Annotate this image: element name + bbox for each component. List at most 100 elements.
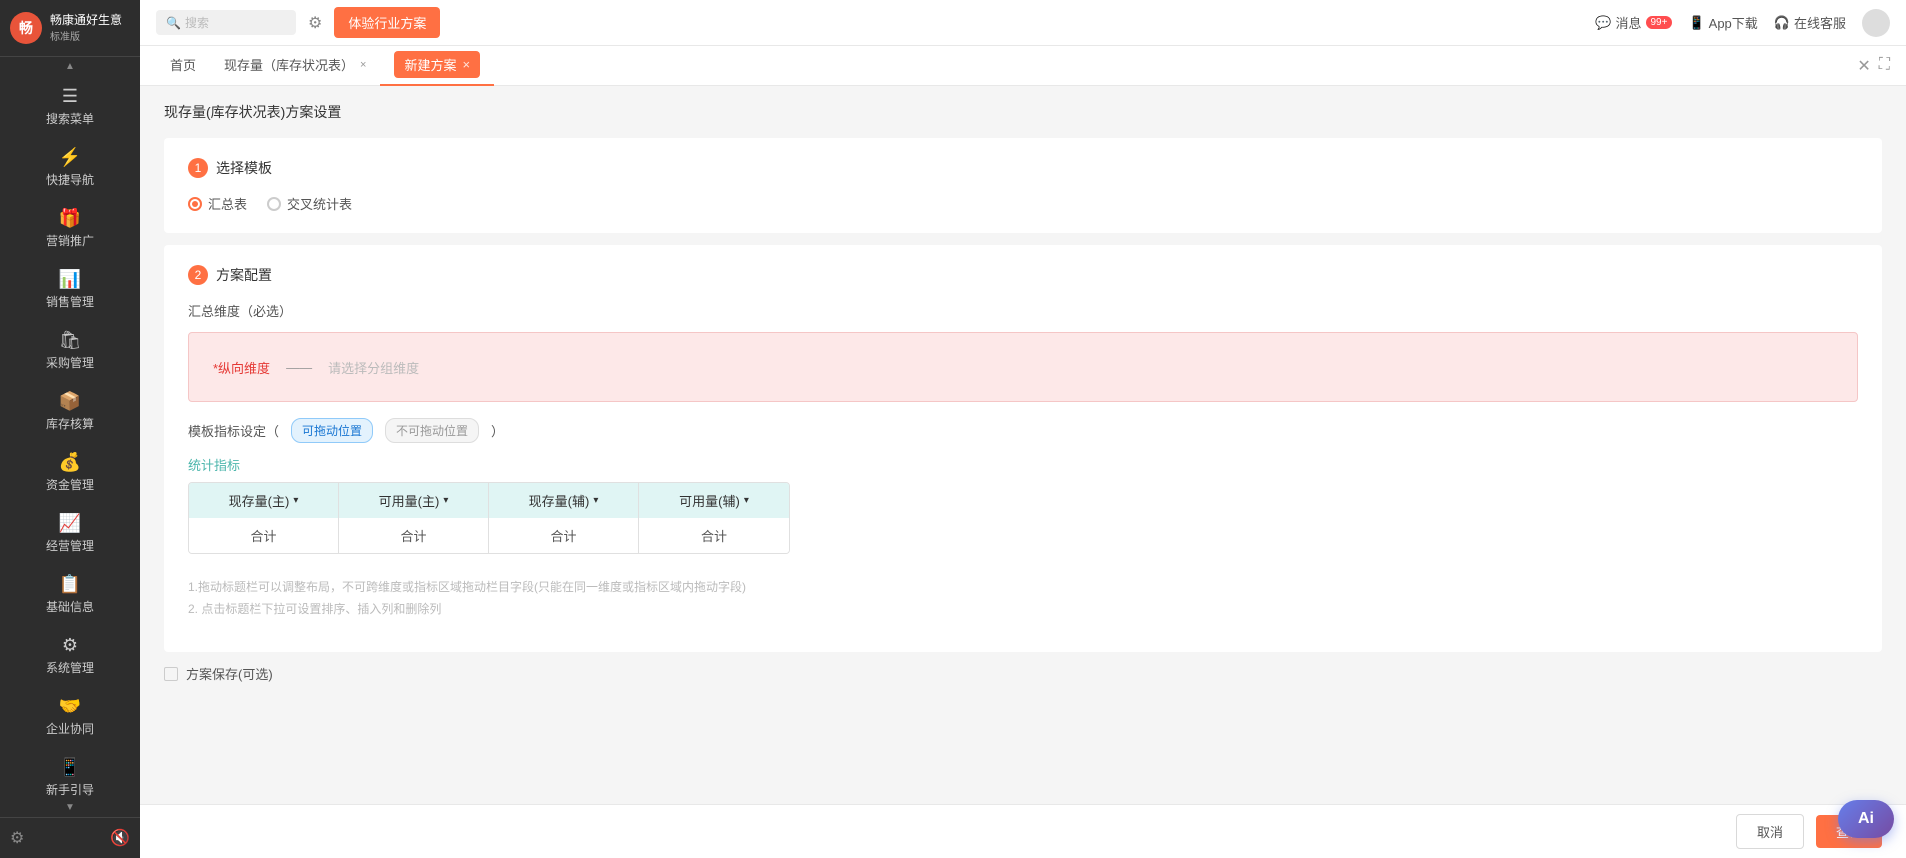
chevron-down-icon-3: ▾ — [744, 495, 749, 506]
message-badge: 99+ — [1646, 16, 1673, 29]
tab-home[interactable]: 首页 — [156, 46, 210, 86]
tab-inventory-label: 现存量（库存状况表） — [224, 55, 354, 74]
cancel-button[interactable]: 取消 — [1736, 814, 1804, 849]
user-avatar[interactable] — [1862, 9, 1890, 37]
sidebar-item-operation[interactable]: 📈 经营管理 — [0, 503, 140, 564]
stat-table: 现存量(主) ▾ 可用量(主) ▾ 现存量(辅) — [188, 482, 790, 554]
chevron-down-icon-0: ▾ — [293, 495, 298, 506]
topbar-search[interactable]: 🔍 搜索 — [156, 10, 296, 35]
enterprise-icon: 🤝 — [59, 696, 81, 717]
step2-title: 方案配置 — [216, 265, 272, 285]
step2-badge: 2 — [188, 265, 208, 285]
stat-body-cell-0: 合计 — [189, 518, 338, 553]
stat-col-3-label: 可用量(辅) — [679, 491, 740, 510]
save-label: 方案保存(可选) — [186, 664, 273, 683]
radio-cross-label: 交叉统计表 — [287, 194, 352, 213]
topbar: 🔍 搜索 ⚙ 体验行业方案 💬 消息 99+ 📱 App下载 🎧 在线客服 — [140, 0, 1906, 46]
sidebar-item-sys[interactable]: ⚙ 系统管理 — [0, 625, 140, 686]
sales-icon: 📊 — [59, 269, 81, 290]
new-plan-tab-badge: 新建方案 × — [394, 51, 480, 78]
sidebar-scroll-up[interactable]: ▲ — [0, 57, 140, 76]
stat-header-cell-2[interactable]: 现存量(辅) ▾ — [489, 483, 638, 518]
stat-col-0-label: 现存量(主) — [229, 491, 290, 510]
tips-item-0: 1.拖动标题栏可以调整布局，不可跨维度或指标区域拖动栏目字段(只能在同一维度或指… — [188, 577, 1858, 599]
sidebar-item-inventory[interactable]: 📦 库存核算 — [0, 381, 140, 442]
page-title: 现存量(库存状况表)方案设置 — [164, 102, 1882, 122]
stat-body-cell-2: 合计 — [489, 518, 638, 553]
sidebar-item-label: 新手引导 — [46, 781, 94, 798]
customer-label: 在线客服 — [1794, 13, 1846, 32]
chevron-down-icon-1: ▾ — [443, 495, 448, 506]
customer-service-item[interactable]: 🎧 在线客服 — [1774, 13, 1846, 32]
tabs-bar: 首页 现存量（库存状况表） × 新建方案 × ✕ ⛶ — [140, 46, 1906, 86]
sidebar-item-label: 企业协同 — [46, 720, 94, 737]
stat-col-0: 现存量(主) ▾ — [189, 483, 339, 518]
stat-col-1-label: 可用量(主) — [379, 491, 440, 510]
tag-draggable: 可拖动位置 — [291, 418, 373, 443]
sidebar: 畅 畅康通好生意 标准版 ▲ ☰ 搜索菜单 ⚡ 快捷导航 🎁 营销推广 📊 销售… — [0, 0, 140, 858]
stat-body-col-0: 合计 — [189, 518, 339, 553]
sidebar-scroll-down[interactable]: ▼ — [0, 798, 140, 817]
tab-home-label: 首页 — [170, 55, 196, 74]
radio-summary[interactable]: 汇总表 — [188, 194, 247, 213]
step2-header: 2 方案配置 — [188, 265, 1858, 285]
radio-summary-dot — [188, 197, 202, 211]
sidebar-item-quick-nav[interactable]: ⚡ 快捷导航 — [0, 137, 140, 198]
new-plan-close[interactable]: × — [462, 57, 470, 72]
chevron-down-icon-2: ▾ — [593, 495, 598, 506]
sidebar-item-finance[interactable]: 💰 资金管理 — [0, 442, 140, 503]
page-content: 现存量(库存状况表)方案设置 1 选择模板 汇总表 交叉统计表 2 — [140, 86, 1906, 804]
stat-table-body: 合计 合计 合计 合计 — [189, 518, 789, 553]
sidebar-item-base[interactable]: 📋 基础信息 — [0, 564, 140, 625]
step1-badge: 1 — [188, 158, 208, 178]
trial-btn[interactable]: 体验行业方案 — [334, 7, 440, 38]
settings-gear-icon[interactable]: ⚙ — [308, 13, 322, 33]
stat-body-col-3: 合计 — [639, 518, 789, 553]
tab-inventory-status[interactable]: 现存量（库存状况表） × — [210, 46, 380, 86]
stat-body-cell-1: 合计 — [339, 518, 488, 553]
save-option: 方案保存(可选) — [164, 664, 1882, 683]
dimension-row: *纵向维度 —— 请选择分组维度 — [213, 358, 419, 377]
message-item[interactable]: 💬 消息 99+ — [1595, 13, 1672, 32]
ai-button[interactable]: Ai — [1838, 800, 1894, 838]
stat-col-2-label: 现存量(辅) — [529, 491, 590, 510]
template-radio-group: 汇总表 交叉统计表 — [188, 194, 1858, 213]
audio-icon[interactable]: 🔇 — [110, 828, 130, 848]
sidebar-item-enterprise[interactable]: 🤝 企业协同 — [0, 686, 140, 747]
sidebar-item-search-menu[interactable]: ☰ 搜索菜单 — [0, 76, 140, 137]
stat-col-3: 可用量(辅) ▾ — [639, 483, 789, 518]
app-download-icon: 📱 — [1688, 15, 1704, 31]
stat-body-col-2: 合计 — [489, 518, 639, 553]
sidebar-item-label: 系统管理 — [46, 659, 94, 676]
stat-col-1: 可用量(主) ▾ — [339, 483, 489, 518]
settings-icon[interactable]: ⚙ — [10, 828, 24, 848]
quick-nav-icon: ⚡ — [59, 147, 81, 168]
tab-inventory-close[interactable]: × — [360, 59, 366, 71]
stat-header-cell-0[interactable]: 现存量(主) ▾ — [189, 483, 338, 518]
indicator-settings-end: ） — [491, 421, 504, 440]
radio-cross[interactable]: 交叉统计表 — [267, 194, 352, 213]
stat-section: 统计指标 现存量(主) ▾ 可用量(主) ▾ — [188, 455, 1858, 557]
stat-header-cell-3[interactable]: 可用量(辅) ▾ — [639, 483, 789, 518]
sidebar-item-marketing[interactable]: 🎁 营销推广 — [0, 198, 140, 259]
stat-body-cell-3: 合计 — [639, 518, 789, 553]
tab-new-plan[interactable]: 新建方案 × — [380, 46, 494, 86]
sidebar-item-sales[interactable]: 📊 销售管理 — [0, 259, 140, 320]
app-download-item[interactable]: 📱 App下载 — [1688, 13, 1757, 32]
dimension-area: *纵向维度 —— 请选择分组维度 — [188, 332, 1858, 402]
tips-item-1: 2. 点击标题栏下拉可设置排序、插入列和删除列 — [188, 599, 1858, 621]
stat-table-header: 现存量(主) ▾ 可用量(主) ▾ 现存量(辅) — [189, 483, 789, 518]
sys-icon: ⚙ — [62, 635, 78, 656]
dimension-placeholder: 请选择分组维度 — [328, 358, 419, 377]
new-plan-label: 新建方案 — [404, 55, 456, 74]
sidebar-item-guide[interactable]: 📱 新手引导 — [0, 747, 140, 798]
sidebar-nav: ☰ 搜索菜单 ⚡ 快捷导航 🎁 营销推广 📊 销售管理 🛍 采购管理 📦 库存核… — [0, 76, 140, 798]
sidebar-item-purchase[interactable]: 🛍 采购管理 — [0, 320, 140, 381]
search-menu-icon: ☰ — [62, 86, 78, 107]
save-checkbox[interactable] — [164, 667, 178, 681]
close-panel-icon[interactable]: ✕ — [1857, 56, 1870, 76]
expand-icon[interactable]: ⛶ — [1879, 56, 1890, 76]
stat-header-cell-1[interactable]: 可用量(主) ▾ — [339, 483, 488, 518]
customer-icon: 🎧 — [1774, 15, 1790, 31]
sidebar-item-label: 快捷导航 — [46, 171, 94, 188]
